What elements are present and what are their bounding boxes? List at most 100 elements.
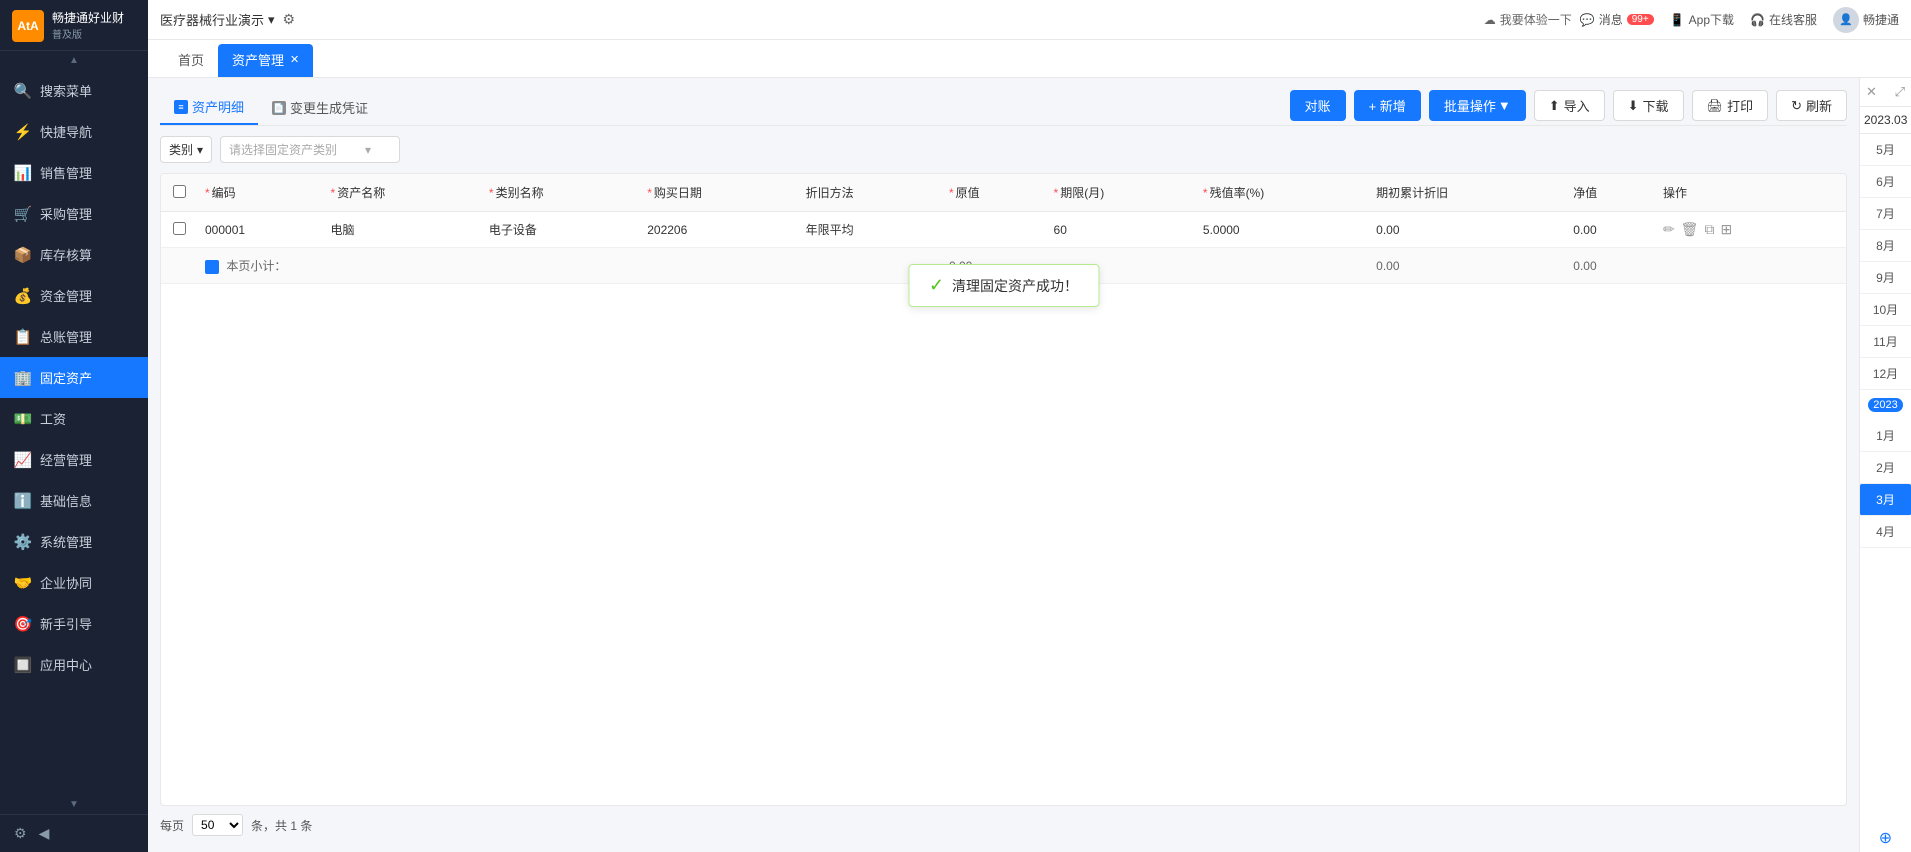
col-purchase-date: *购买日期: [639, 174, 797, 212]
edit-icon[interactable]: ✏: [1663, 221, 1675, 238]
month-item-8[interactable]: 8月: [1860, 230, 1911, 262]
topbar-right: 💬 消息 99+ 📱 App下载 🎧 在线客服 👤 畅捷通: [1580, 7, 1899, 33]
user-menu-btn[interactable]: 👤 畅捷通: [1833, 7, 1899, 33]
col-category: *类别名称: [481, 174, 639, 212]
sidebar-item-inventory[interactable]: 📦 库存核算: [0, 234, 148, 275]
category-select[interactable]: 类别 ▾: [160, 136, 212, 163]
settings-bottom-icon[interactable]: ⚙: [14, 825, 27, 842]
sidebar-scroll-down[interactable]: ▼: [67, 797, 81, 812]
tab-asset-mgmt[interactable]: 资产管理 ✕: [218, 44, 313, 77]
print-label: 打印: [1727, 96, 1753, 115]
logo-sub: 普及版: [52, 26, 124, 41]
messages-btn[interactable]: 💬 消息 99+: [1580, 11, 1654, 28]
cell-initial-accumulated: 0.00: [1368, 212, 1565, 248]
month-item-7[interactable]: 7月: [1860, 198, 1911, 230]
expand-bottom-btn[interactable]: ⊕: [1879, 828, 1892, 848]
collapse-icon[interactable]: ◀: [39, 825, 50, 842]
app-download-btn[interactable]: 📱 App下载: [1670, 11, 1734, 28]
sidebar-item-label: 资金管理: [40, 286, 92, 305]
col-period: *期限(月): [1046, 174, 1195, 212]
experience-label: 我要体验一下: [1500, 11, 1572, 28]
month-item-9[interactable]: 9月: [1860, 262, 1911, 294]
col-action: 操作: [1655, 174, 1846, 212]
topbar: 医疗器械行业演示 ▾ ⚙ ☁ 我要体验一下 💬 消息 99+ 📱 App下载 🎧…: [148, 0, 1911, 40]
sidebar-item-quick-nav[interactable]: ⚡ 快捷导航: [0, 111, 148, 152]
refresh-icon: ↻: [1791, 98, 1802, 114]
month-item-4[interactable]: 4月: [1860, 516, 1911, 548]
app-center-icon: 🔲: [14, 656, 32, 674]
topbar-gear-icon[interactable]: ⚙: [283, 11, 296, 28]
sidebar-item-label: 新手引导: [40, 614, 92, 633]
online-service-btn[interactable]: 🎧 在线客服: [1750, 11, 1817, 28]
new-btn[interactable]: + 新增: [1354, 90, 1421, 121]
sidebar-item-system[interactable]: ⚙️ 系统管理: [0, 521, 148, 562]
year-badge: 2023: [1868, 398, 1902, 412]
sidebar-scroll: 🔍 搜索菜单 ⚡ 快捷导航 📊 销售管理 🛒 采购管理 📦 库存核算 💰 资金管…: [0, 70, 148, 795]
sidebar-item-payroll[interactable]: 💵 工资: [0, 398, 148, 439]
guide-icon: 🎯: [14, 615, 32, 633]
month-item-12[interactable]: 12月: [1860, 358, 1911, 390]
sidebar-item-basic-info[interactable]: ℹ️ 基础信息: [0, 480, 148, 521]
month-item-2[interactable]: 2月: [1860, 452, 1911, 484]
cell-name: 电脑: [323, 212, 481, 248]
download-btn[interactable]: ⬇ 下载: [1613, 90, 1684, 121]
inventory-icon: 📦: [14, 246, 32, 264]
sidebar-item-ledger[interactable]: 📋 总账管理: [0, 316, 148, 357]
month-item-11[interactable]: 11月: [1860, 326, 1911, 358]
print-btn[interactable]: 🖨 打印: [1692, 90, 1769, 121]
tabs-bar: 首页 资产管理 ✕: [148, 40, 1911, 78]
sub-tab-asset-detail[interactable]: ≡ 资产明细: [160, 90, 258, 125]
experience-btn[interactable]: ☁ 我要体验一下: [1484, 11, 1572, 28]
col-name: *资产名称: [323, 174, 481, 212]
batch-dropdown-icon: ▼: [1498, 98, 1511, 113]
sidebar-item-funds[interactable]: 💰 资金管理: [0, 275, 148, 316]
enterprise-icon: 🤝: [14, 574, 32, 592]
month-item-10[interactable]: 10月: [1860, 294, 1911, 326]
month-item-5[interactable]: 5月: [1860, 134, 1911, 166]
sidebar-item-app-center[interactable]: 🔲 应用中心: [0, 644, 148, 685]
month-item-3[interactable]: 3月: [1860, 484, 1911, 516]
category-value-select[interactable]: 请选择固定资产类别 ▾: [220, 136, 400, 163]
sidebar-item-sales[interactable]: 📊 销售管理: [0, 152, 148, 193]
more-icon[interactable]: ⊞: [1720, 221, 1732, 238]
sidebar-scroll-up[interactable]: ▲: [67, 53, 81, 68]
month-item-1[interactable]: 1月: [1860, 420, 1911, 452]
per-page-select[interactable]: 50 100 200: [192, 814, 243, 836]
sidebar-item-purchase[interactable]: 🛒 采购管理: [0, 193, 148, 234]
sub-tab-generate-voucher[interactable]: 📄 变更生成凭证: [258, 90, 382, 125]
cell-category: 电子设备: [481, 212, 639, 248]
refresh-label: 刷新: [1806, 96, 1832, 115]
copy-icon[interactable]: ⧉: [1704, 221, 1714, 238]
tab-close-icon[interactable]: ✕: [290, 53, 299, 66]
import-btn[interactable]: ⬆ 导入: [1534, 90, 1605, 121]
delete-icon[interactable]: 🗑: [1681, 221, 1699, 238]
subtotal-label: 本页小计：: [197, 248, 941, 284]
sidebar-item-guide[interactable]: 🎯 新手引导: [0, 603, 148, 644]
panel-close-btn[interactable]: ✕: [1866, 84, 1877, 100]
main-area: 医疗器械行业演示 ▾ ⚙ ☁ 我要体验一下 💬 消息 99+ 📱 App下载 🎧…: [148, 0, 1911, 852]
system-icon: ⚙️: [14, 533, 32, 551]
purchase-icon: 🛒: [14, 205, 32, 223]
company-selector[interactable]: 医疗器械行业演示 ▾: [160, 10, 275, 29]
month-item-6[interactable]: 6月: [1860, 166, 1911, 198]
logo-icon: AtA: [12, 10, 44, 42]
refresh-btn[interactable]: ↻ 刷新: [1776, 90, 1847, 121]
sidebar-item-operations[interactable]: 📈 经营管理: [0, 439, 148, 480]
sidebar-item-fixed-assets[interactable]: 🏢 固定资产: [0, 357, 148, 398]
cell-original-value: [941, 212, 1046, 248]
tab-home[interactable]: 首页: [164, 44, 218, 77]
cell-depreciation-method: 年限平均: [798, 212, 941, 248]
select-all-checkbox[interactable]: [173, 185, 186, 198]
sidebar-item-enterprise[interactable]: 🤝 企业协同: [0, 562, 148, 603]
quick-nav-icon: ⚡: [14, 123, 32, 141]
reconcile-btn[interactable]: 对账: [1290, 90, 1346, 121]
row-checkbox[interactable]: [173, 222, 186, 235]
import-icon: ⬆: [1549, 98, 1560, 114]
sidebar-item-search[interactable]: 🔍 搜索菜单: [0, 70, 148, 111]
batch-btn[interactable]: 批量操作 ▼: [1429, 90, 1526, 121]
company-dropdown-icon: ▾: [268, 12, 275, 28]
total-count: 条，共 1 条: [251, 817, 312, 834]
cell-net-value: 0.00: [1565, 212, 1655, 248]
panel-expand-btn[interactable]: ⤢: [1895, 84, 1905, 100]
col-code: *编码: [197, 174, 323, 212]
